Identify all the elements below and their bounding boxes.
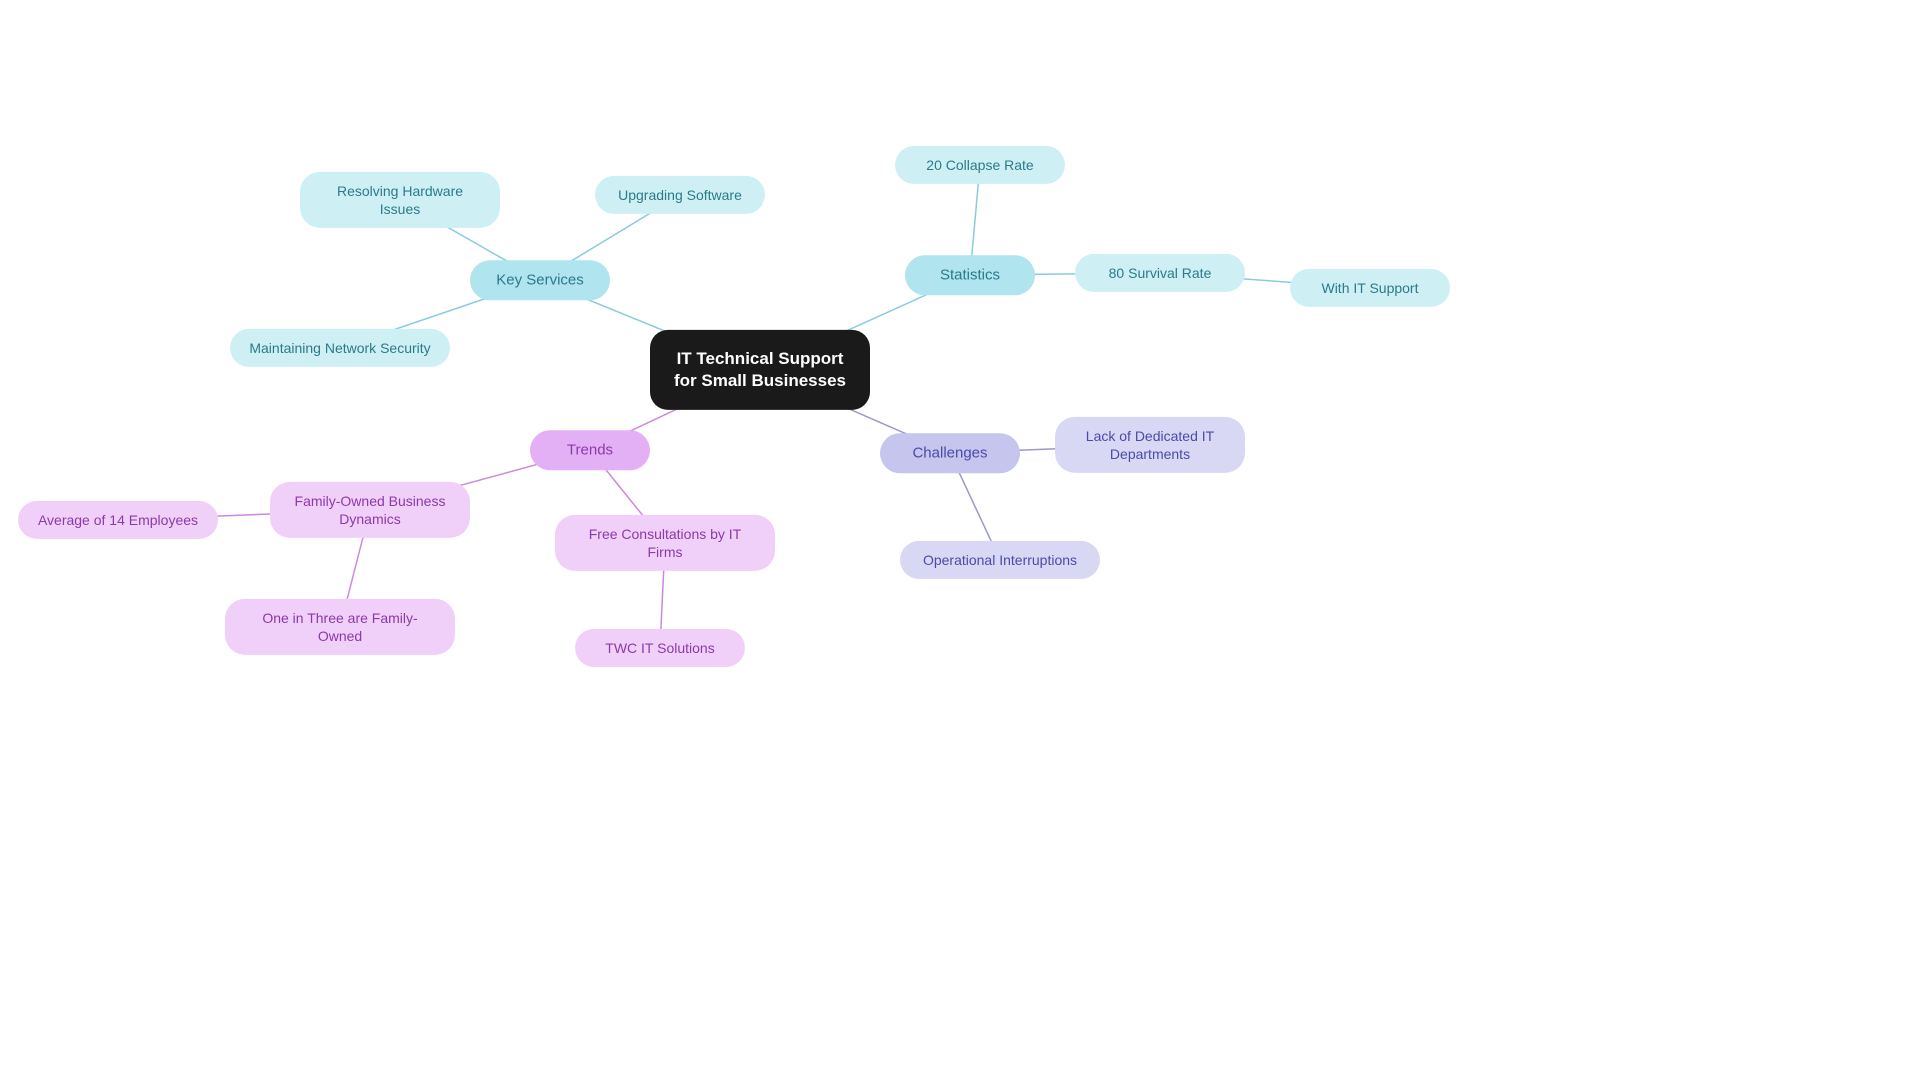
twc-it-node: TWC IT Solutions	[575, 629, 745, 667]
key-services-node: Key Services	[470, 260, 610, 300]
with-it-support-node: With IT Support	[1290, 269, 1450, 307]
upgrading-software-node: Upgrading Software	[595, 176, 765, 214]
operational-interruptions-node: Operational Interruptions	[900, 541, 1100, 579]
lack-dedicated-node: Lack of Dedicated IT Departments	[1055, 417, 1245, 473]
avg-employees-node: Average of 14 Employees	[18, 501, 218, 539]
free-consultations-node: Free Consultations by IT Firms	[555, 515, 775, 571]
mindmap-container: IT Technical Support for Small Businesse…	[0, 0, 1920, 1083]
one-in-three-node: One in Three are Family-Owned	[225, 599, 455, 655]
collapse-rate-node: 20 Collapse Rate	[895, 146, 1065, 184]
trends-node: Trends	[530, 430, 650, 470]
statistics-node: Statistics	[905, 255, 1035, 295]
center-node: IT Technical Support for Small Businesse…	[650, 330, 870, 410]
challenges-node: Challenges	[880, 433, 1020, 473]
maintaining-network-node: Maintaining Network Security	[230, 329, 450, 367]
family-owned-node: Family-Owned Business Dynamics	[270, 482, 470, 538]
survival-rate-node: 80 Survival Rate	[1075, 254, 1245, 292]
resolving-hardware-node: Resolving Hardware Issues	[300, 172, 500, 228]
